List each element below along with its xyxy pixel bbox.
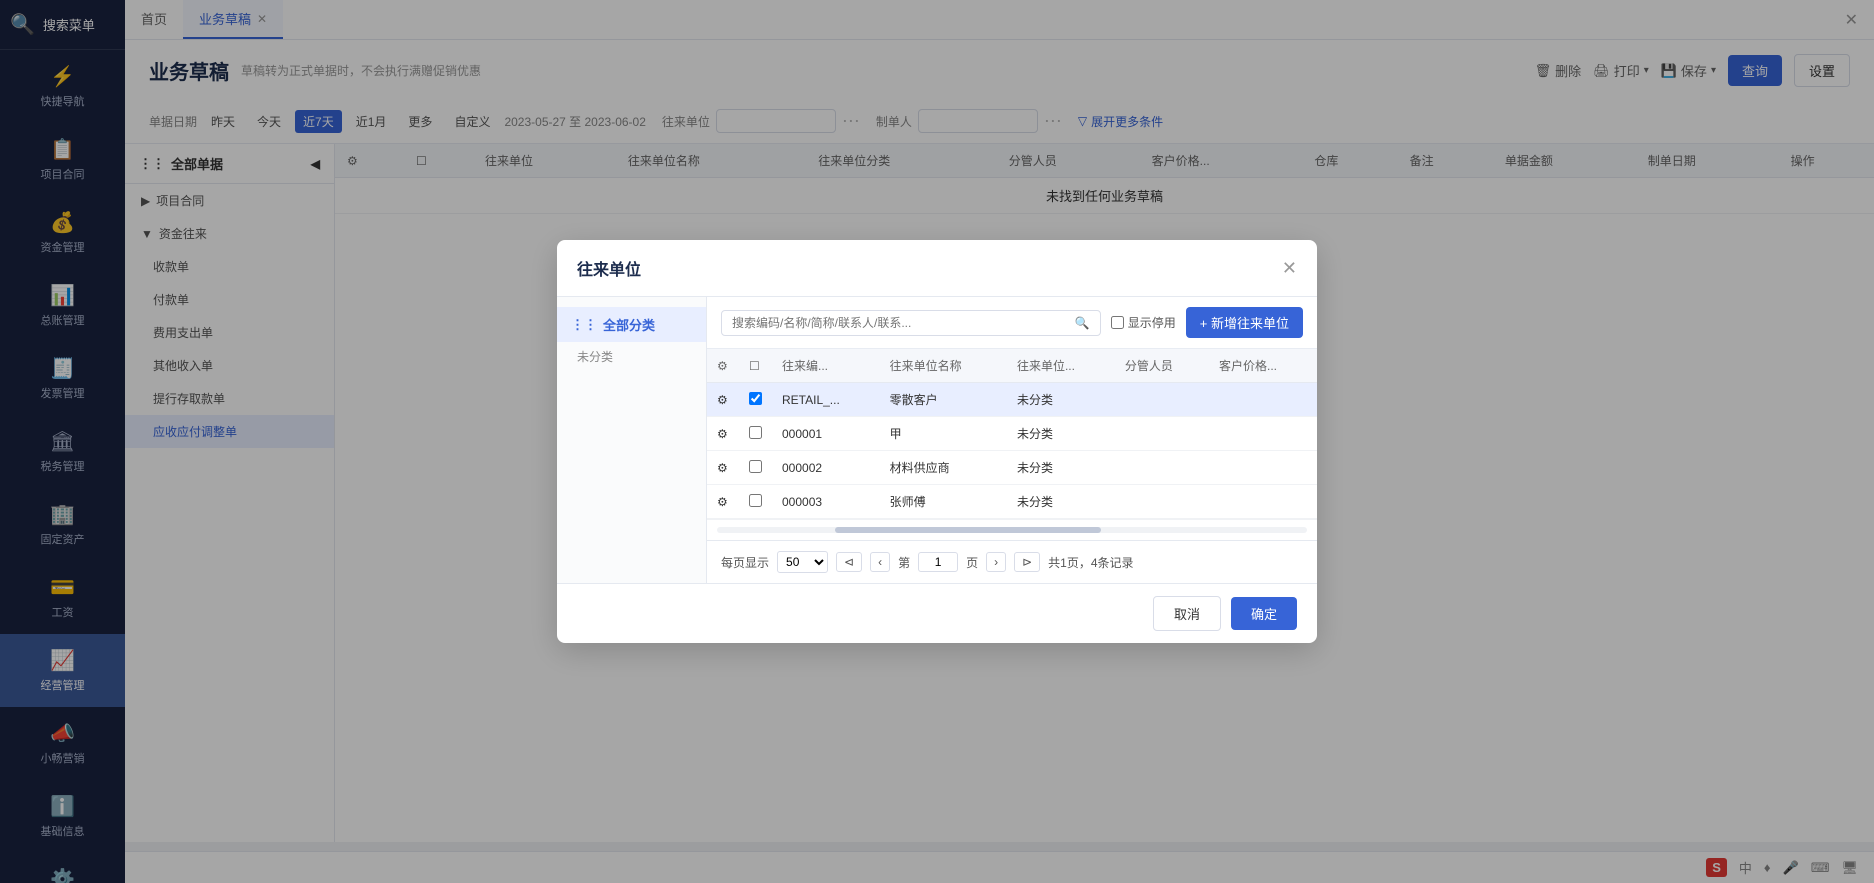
row-price xyxy=(1209,383,1317,417)
row-name: 材料供应商 xyxy=(880,451,1007,485)
modal-table-wrap: ⚙ ☐ 往来编... 往来单位名称 往来单位... 分管人员 客户价格... xyxy=(707,349,1317,519)
cancel-btn[interactable]: 取消 xyxy=(1153,596,1221,631)
modal-content: 🔍 显示停用 + 新增往来单位 ⚙ ☐ xyxy=(707,297,1317,583)
modal-close-btn[interactable]: ✕ xyxy=(1282,258,1297,279)
table-row[interactable]: ⚙ 000003 张师傅 未分类 xyxy=(707,485,1317,519)
table-row[interactable]: ⚙ 000001 甲 未分类 xyxy=(707,417,1317,451)
row-code: 000003 xyxy=(772,485,880,519)
confirm-btn[interactable]: 确定 xyxy=(1231,597,1297,630)
modal-overlay[interactable]: 往来单位 ✕ ⋮⋮ 全部分类 未分类 🔍 xyxy=(0,0,1874,883)
row-code: RETAIL_... xyxy=(772,383,880,417)
modal-search-icon[interactable]: 🔍 xyxy=(1075,316,1090,330)
row-select[interactable] xyxy=(739,485,772,519)
horizontal-scrollbar[interactable] xyxy=(707,519,1317,540)
row-manager xyxy=(1115,451,1209,485)
pagination: 每页显示 50 100 ⊲ ‹ 第 页 › ⊳ 共1页，4条记录 xyxy=(707,540,1317,583)
row-settings: ⚙ xyxy=(707,383,739,417)
row-price xyxy=(1209,417,1317,451)
page-input[interactable] xyxy=(918,552,958,572)
counterpart-modal: 往来单位 ✕ ⋮⋮ 全部分类 未分类 🔍 xyxy=(557,240,1317,643)
row-settings: ⚙ xyxy=(707,451,739,485)
row-manager xyxy=(1115,417,1209,451)
modal-sidebar: ⋮⋮ 全部分类 未分类 xyxy=(557,297,707,583)
modal-col-select[interactable]: ☐ xyxy=(739,349,772,383)
row-name: 张师傅 xyxy=(880,485,1007,519)
modal-sidebar-all[interactable]: ⋮⋮ 全部分类 xyxy=(557,307,706,342)
row-manager xyxy=(1115,383,1209,417)
modal-header: 往来单位 ✕ xyxy=(557,240,1317,297)
modal-action-footer: 取消 确定 xyxy=(557,583,1317,643)
row-settings: ⚙ xyxy=(707,485,739,519)
add-counterpart-btn[interactable]: + 新增往来单位 xyxy=(1186,307,1303,338)
row-category: 未分类 xyxy=(1007,451,1115,485)
modal-search-box: 🔍 xyxy=(721,310,1101,336)
per-page-select[interactable]: 50 100 xyxy=(777,551,828,573)
row-manager xyxy=(1115,485,1209,519)
modal-body: ⋮⋮ 全部分类 未分类 🔍 显示停用 xyxy=(557,297,1317,583)
row-select[interactable] xyxy=(739,383,772,417)
modal-col-price: 客户价格... xyxy=(1209,349,1317,383)
row-price xyxy=(1209,451,1317,485)
modal-sidebar-uncat[interactable]: 未分类 xyxy=(557,342,706,371)
per-page-label: 每页显示 xyxy=(721,554,769,571)
row-category: 未分类 xyxy=(1007,417,1115,451)
row-category: 未分类 xyxy=(1007,485,1115,519)
row-code: 000001 xyxy=(772,417,880,451)
row-name: 零散客户 xyxy=(880,383,1007,417)
row-category: 未分类 xyxy=(1007,383,1115,417)
scrollbar-thumb[interactable] xyxy=(835,527,1101,533)
modal-col-code: 往来编... xyxy=(772,349,880,383)
modal-col-name: 往来单位名称 xyxy=(880,349,1007,383)
modal-search-input[interactable] xyxy=(732,316,1069,330)
page-prev-btn[interactable]: ‹ xyxy=(870,552,890,572)
page-first-btn[interactable]: ⊲ xyxy=(836,552,862,572)
row-select[interactable] xyxy=(739,417,772,451)
row-settings: ⚙ xyxy=(707,417,739,451)
page-total: 共1页，4条记录 xyxy=(1048,554,1133,571)
page-suffix: 页 xyxy=(966,554,978,571)
modal-title: 往来单位 xyxy=(577,256,641,280)
row-price xyxy=(1209,485,1317,519)
table-row[interactable]: ⚙ 000002 材料供应商 未分类 xyxy=(707,451,1317,485)
row-code: 000002 xyxy=(772,451,880,485)
row-select[interactable] xyxy=(739,451,772,485)
row-name: 甲 xyxy=(880,417,1007,451)
modal-col-category: 往来单位... xyxy=(1007,349,1115,383)
modal-table: ⚙ ☐ 往来编... 往来单位名称 往来单位... 分管人员 客户价格... xyxy=(707,349,1317,519)
scrollbar-track xyxy=(717,527,1307,533)
page-label: 第 xyxy=(898,554,910,571)
table-row[interactable]: ⚙ RETAIL_... 零散客户 未分类 xyxy=(707,383,1317,417)
modal-toolbar: 🔍 显示停用 + 新增往来单位 xyxy=(707,297,1317,349)
page-next-btn[interactable]: › xyxy=(986,552,1006,572)
grid-icon-small: ⋮⋮ xyxy=(571,317,597,333)
page-last-btn[interactable]: ⊳ xyxy=(1014,552,1040,572)
show-disabled-checkbox[interactable] xyxy=(1111,316,1124,329)
show-disabled-label[interactable]: 显示停用 xyxy=(1111,314,1176,331)
modal-col-settings[interactable]: ⚙ xyxy=(707,349,739,383)
modal-col-manager: 分管人员 xyxy=(1115,349,1209,383)
